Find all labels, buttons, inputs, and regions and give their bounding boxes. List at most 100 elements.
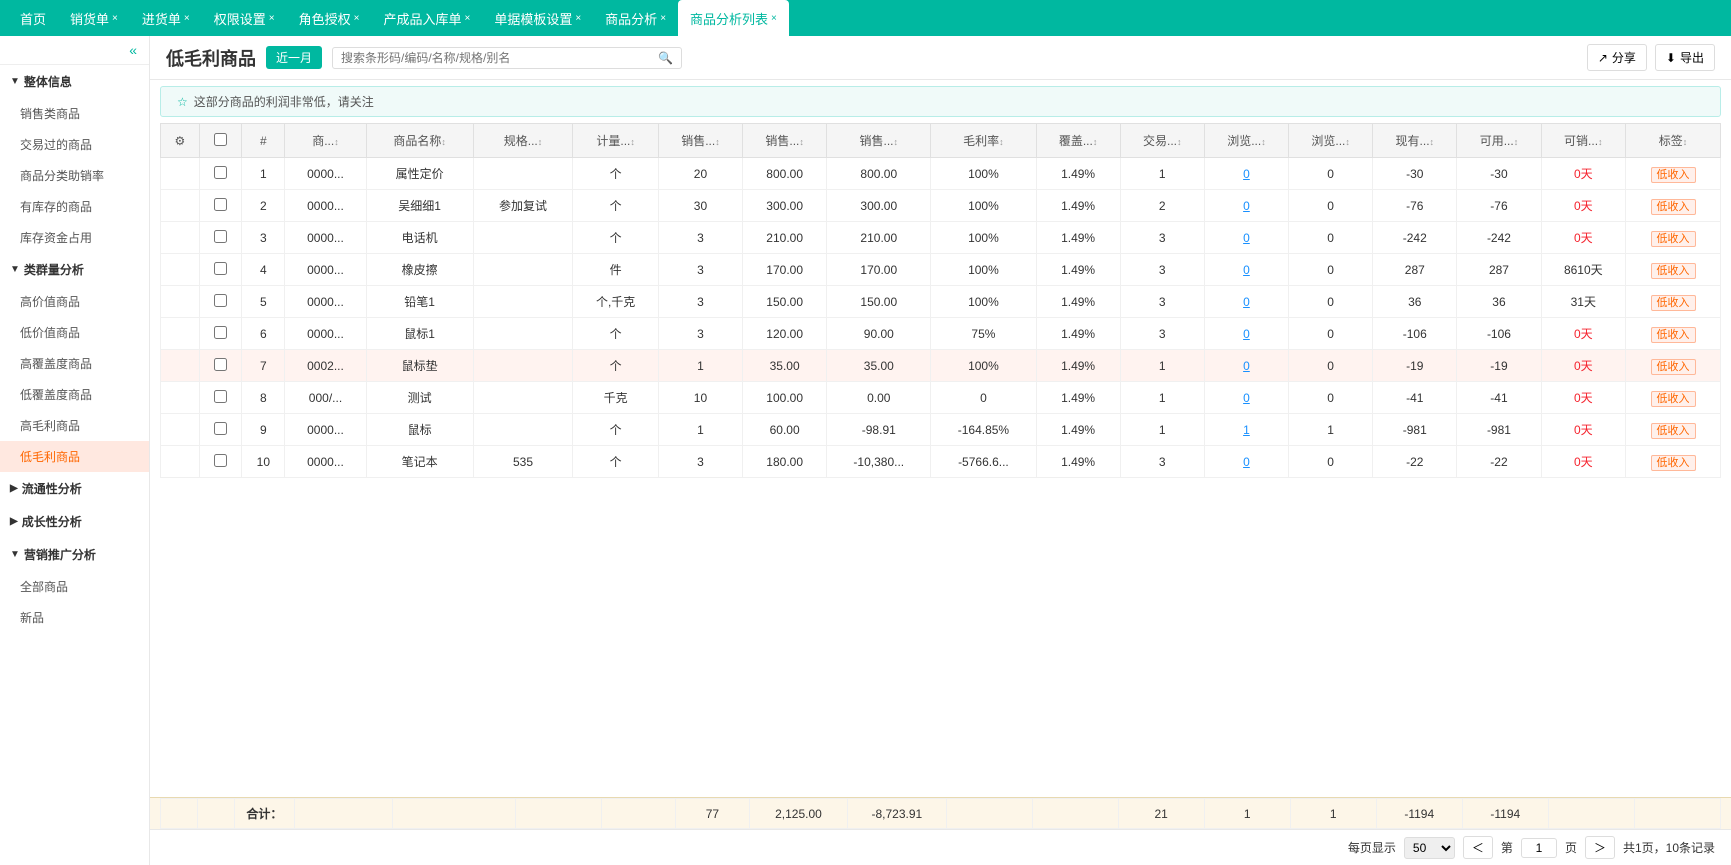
- cell-views1[interactable]: 0: [1204, 446, 1288, 478]
- share-button[interactable]: ↗ 分享: [1587, 44, 1647, 71]
- col-sale-qty[interactable]: 销售...↕: [658, 124, 742, 158]
- row-checkbox[interactable]: [214, 262, 227, 275]
- cell-views1[interactable]: 0: [1204, 350, 1288, 382]
- nav-item-permission[interactable]: 权限设置 ×: [202, 0, 287, 36]
- nav-item-home[interactable]: 首页: [8, 0, 58, 36]
- nav-item-template[interactable]: 单据模板设置 ×: [482, 0, 593, 36]
- nav-close-role[interactable]: ×: [354, 13, 360, 24]
- page-input[interactable]: [1521, 838, 1557, 858]
- sidebar-item-inventory-capital[interactable]: 库存资金占用: [0, 222, 149, 253]
- cell-checkbox[interactable]: [199, 318, 241, 350]
- time-filter-btn[interactable]: 近一月: [266, 46, 322, 69]
- sidebar-item-low-margin[interactable]: 低毛利商品: [0, 441, 149, 472]
- cell-checkbox[interactable]: [199, 414, 241, 446]
- cell-sale-qty: 1: [658, 414, 742, 446]
- sidebar-group-growth[interactable]: ▶ 成长性分析: [0, 505, 149, 538]
- nav-close-product-entry[interactable]: ×: [464, 13, 470, 24]
- col-sale-amount[interactable]: 销售...↕: [743, 124, 827, 158]
- cell-views1[interactable]: 0: [1204, 382, 1288, 414]
- nav-item-purchase[interactable]: 进货单 ×: [130, 0, 202, 36]
- row-checkbox[interactable]: [214, 198, 227, 211]
- sidebar-item-traded-goods[interactable]: 交易过的商品: [0, 129, 149, 160]
- sidebar-item-low-value[interactable]: 低价值商品: [0, 317, 149, 348]
- nav-item-role[interactable]: 角色授权 ×: [287, 0, 372, 36]
- cell-checkbox[interactable]: [199, 446, 241, 478]
- nav-close-analysis[interactable]: ×: [660, 13, 666, 24]
- sidebar-item-category-rate[interactable]: 商品分类助销率: [0, 160, 149, 191]
- sidebar-item-stocked-goods[interactable]: 有库存的商品: [0, 191, 149, 222]
- nav-item-product-entry[interactable]: 产成品入库单 ×: [371, 0, 482, 36]
- sidebar-item-high-margin[interactable]: 高毛利商品: [0, 410, 149, 441]
- cell-rownum: 9: [242, 414, 285, 446]
- col-available-stock[interactable]: 可用...↕: [1457, 124, 1541, 158]
- cell-checkbox[interactable]: [199, 286, 241, 318]
- col-sale-days[interactable]: 可销...↕: [1541, 124, 1625, 158]
- cell-views1[interactable]: 0: [1204, 158, 1288, 190]
- col-views1[interactable]: 浏览...↕: [1204, 124, 1288, 158]
- nav-item-analysis-list[interactable]: 商品分析列表 ×: [678, 0, 789, 36]
- nav-close-sales[interactable]: ×: [112, 13, 118, 24]
- prev-page-btn[interactable]: ＜: [1463, 836, 1493, 859]
- sidebar-group-overall[interactable]: ▼ 整体信息: [0, 65, 149, 98]
- row-checkbox[interactable]: [214, 294, 227, 307]
- row-checkbox[interactable]: [214, 422, 227, 435]
- row-checkbox[interactable]: [214, 358, 227, 371]
- col-current-stock[interactable]: 现有...↕: [1373, 124, 1457, 158]
- cell-sale-qty: 3: [658, 254, 742, 286]
- row-checkbox[interactable]: [214, 230, 227, 243]
- cell-checkbox[interactable]: [199, 222, 241, 254]
- sidebar-item-high-coverage[interactable]: 高覆盖度商品: [0, 348, 149, 379]
- next-page-btn[interactable]: ＞: [1585, 836, 1615, 859]
- cell-checkbox[interactable]: [199, 382, 241, 414]
- col-spec[interactable]: 规格...↕: [473, 124, 573, 158]
- row-checkbox[interactable]: [214, 166, 227, 179]
- nav-close-permission[interactable]: ×: [269, 13, 275, 24]
- row-checkbox[interactable]: [214, 390, 227, 403]
- col-settings[interactable]: ⚙: [161, 124, 200, 158]
- search-icon[interactable]: 🔍: [658, 51, 673, 65]
- nav-close-template[interactable]: ×: [575, 13, 581, 24]
- cell-views1[interactable]: 0: [1204, 318, 1288, 350]
- col-coverage[interactable]: 覆盖...↕: [1036, 124, 1120, 158]
- col-gross-margin[interactable]: 毛利率↕: [931, 124, 1036, 158]
- col-code[interactable]: 商...↕: [285, 124, 366, 158]
- col-name[interactable]: 商品名称↕: [366, 124, 473, 158]
- cell-checkbox[interactable]: [199, 158, 241, 190]
- cell-checkbox[interactable]: [199, 350, 241, 382]
- sidebar-group-cluster[interactable]: ▼ 类群量分析: [0, 253, 149, 286]
- row-checkbox[interactable]: [214, 326, 227, 339]
- cell-views1[interactable]: 0: [1204, 286, 1288, 318]
- sidebar-collapse-btn[interactable]: «: [125, 42, 141, 58]
- col-checkbox[interactable]: [199, 124, 241, 158]
- sidebar-item-new-goods[interactable]: 新品: [0, 602, 149, 633]
- cell-views1[interactable]: 0: [1204, 190, 1288, 222]
- cell-views1[interactable]: 1: [1204, 414, 1288, 446]
- col-views2[interactable]: 浏览...↕: [1289, 124, 1373, 158]
- select-all-checkbox[interactable]: [214, 133, 227, 146]
- nav-item-sales[interactable]: 销货单 ×: [58, 0, 130, 36]
- col-trans-customers[interactable]: 交易...↕: [1120, 124, 1204, 158]
- cell-sale-amount: 210.00: [743, 222, 827, 254]
- sidebar-group-marketing[interactable]: ▼ 营销推广分析: [0, 538, 149, 571]
- sidebar-item-sales-goods[interactable]: 销售类商品: [0, 98, 149, 129]
- col-tag[interactable]: 标签↕: [1626, 124, 1721, 158]
- col-sale-profit[interactable]: 销售...↕: [827, 124, 931, 158]
- nav-close-analysis-list[interactable]: ×: [771, 13, 777, 24]
- table-container[interactable]: ⚙ # 商...↕ 商品名称↕ 规格...↕ 计量...↕ 销售...↕ 销售.…: [160, 123, 1721, 797]
- search-input[interactable]: [341, 51, 658, 65]
- sidebar-group-liquidity[interactable]: ▶ 流通性分析: [0, 472, 149, 505]
- cell-checkbox[interactable]: [199, 254, 241, 286]
- sidebar-item-high-value[interactable]: 高价值商品: [0, 286, 149, 317]
- sidebar-item-all-goods[interactable]: 全部商品: [0, 571, 149, 602]
- nav-close-purchase[interactable]: ×: [184, 13, 190, 24]
- row-checkbox[interactable]: [214, 454, 227, 467]
- col-unit[interactable]: 计量...↕: [573, 124, 659, 158]
- cell-views1[interactable]: 0: [1204, 254, 1288, 286]
- sidebar-item-low-coverage[interactable]: 低覆盖度商品: [0, 379, 149, 410]
- cell-gross-margin: -5766.6...: [931, 446, 1036, 478]
- nav-item-analysis[interactable]: 商品分析 ×: [593, 0, 678, 36]
- cell-views1[interactable]: 0: [1204, 222, 1288, 254]
- cell-checkbox[interactable]: [199, 190, 241, 222]
- export-button[interactable]: ⬇ 导出: [1655, 44, 1715, 71]
- page-size-select[interactable]: 50 100: [1404, 837, 1455, 859]
